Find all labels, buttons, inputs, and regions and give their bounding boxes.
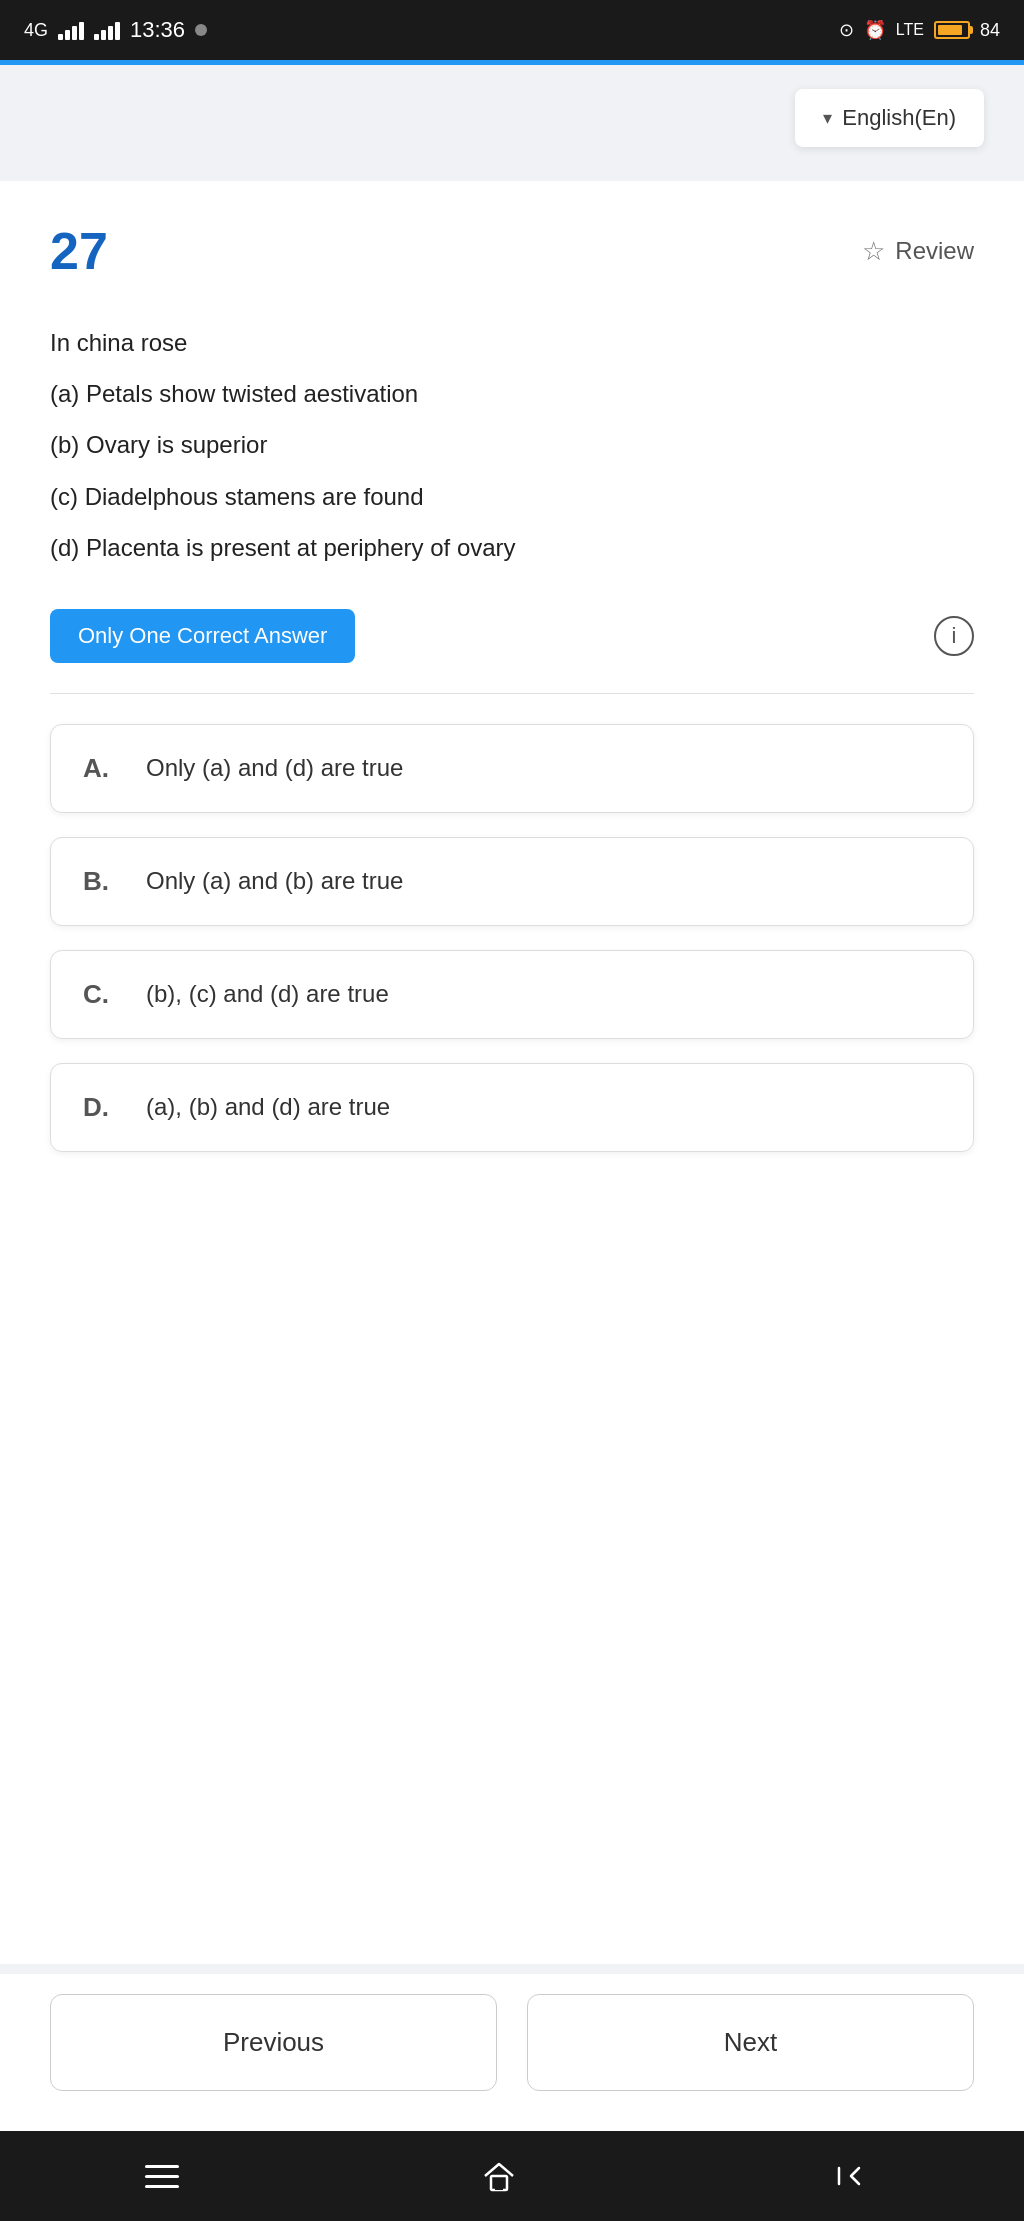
- menu-icon[interactable]: [145, 2165, 179, 2188]
- home-icon[interactable]: [469, 2146, 529, 2206]
- divider: [50, 693, 974, 694]
- next-button[interactable]: Next: [527, 1994, 974, 2091]
- battery-percent: 84: [980, 20, 1000, 41]
- answer-type-row: Only One Correct Answer i: [50, 609, 974, 663]
- bottom-nav: [0, 2131, 1024, 2221]
- svg-rect-1: [495, 2182, 503, 2190]
- network-type: 4G: [24, 20, 48, 41]
- info-icon[interactable]: i: [934, 616, 974, 656]
- option-text-a: Only (a) and (d) are true: [146, 754, 403, 782]
- question-number: 27: [50, 221, 108, 281]
- option-label-d: D.: [83, 1092, 118, 1123]
- question-line-1: (a) Petals show twisted aestivation: [50, 372, 974, 415]
- location-icon: ⊙: [839, 19, 854, 41]
- question-line-3: (c) Diadelphous stamens are found: [50, 475, 974, 518]
- question-header: 27 ☆ Review: [50, 221, 974, 281]
- language-selector[interactable]: ▾ English(En): [795, 89, 984, 147]
- star-icon: ☆: [862, 236, 885, 267]
- previous-button[interactable]: Previous: [50, 1994, 497, 2091]
- main-content: 27 ☆ Review In china rose (a) Petals show…: [0, 181, 1024, 1964]
- option-item-d[interactable]: D. (a), (b) and (d) are true: [50, 1063, 974, 1152]
- battery-icon: [934, 21, 970, 39]
- option-item-b[interactable]: B. Only (a) and (b) are true: [50, 837, 974, 926]
- signal-lte-icon: LTE: [896, 21, 924, 39]
- nav-buttons: Previous Next: [0, 1974, 1024, 2131]
- answer-type-badge: Only One Correct Answer: [50, 609, 355, 663]
- back-icon[interactable]: [819, 2146, 879, 2206]
- question-line-4: (d) Placenta is present at periphery of …: [50, 526, 974, 569]
- option-item-a[interactable]: A. Only (a) and (d) are true: [50, 724, 974, 813]
- question-text: In china rose (a) Petals show twisted aes…: [50, 321, 974, 569]
- option-label-c: C.: [83, 979, 118, 1010]
- chevron-down-icon: ▾: [823, 107, 832, 129]
- question-line-2: (b) Ovary is superior: [50, 423, 974, 466]
- option-text-d: (a), (b) and (d) are true: [146, 1093, 390, 1121]
- info-symbol: i: [952, 623, 957, 649]
- status-bar: 4G 13:36 ⊙ ⏰ LTE 84: [0, 0, 1024, 60]
- option-text-b: Only (a) and (b) are true: [146, 867, 403, 895]
- alarm-icon: ⏰: [864, 19, 886, 41]
- review-label: Review: [895, 237, 974, 265]
- option-item-c[interactable]: C. (b), (c) and (d) are true: [50, 950, 974, 1039]
- option-label-a: A.: [83, 753, 118, 784]
- status-time: 13:36: [130, 17, 185, 43]
- signal-bars: [58, 20, 84, 40]
- question-line-0: In china rose: [50, 321, 974, 364]
- options-container: A. Only (a) and (d) are true B. Only (a) an…: [50, 724, 974, 1152]
- status-left: 4G 13:36: [24, 17, 207, 43]
- status-dot: [195, 24, 207, 36]
- status-right: ⊙ ⏰ LTE 84: [839, 19, 1000, 41]
- option-label-b: B.: [83, 866, 118, 897]
- review-button[interactable]: ☆ Review: [862, 236, 974, 267]
- signal-bars-2: [94, 20, 120, 40]
- header: ▾ English(En): [0, 65, 1024, 171]
- option-text-c: (b), (c) and (d) are true: [146, 980, 389, 1008]
- language-label: English(En): [842, 105, 956, 131]
